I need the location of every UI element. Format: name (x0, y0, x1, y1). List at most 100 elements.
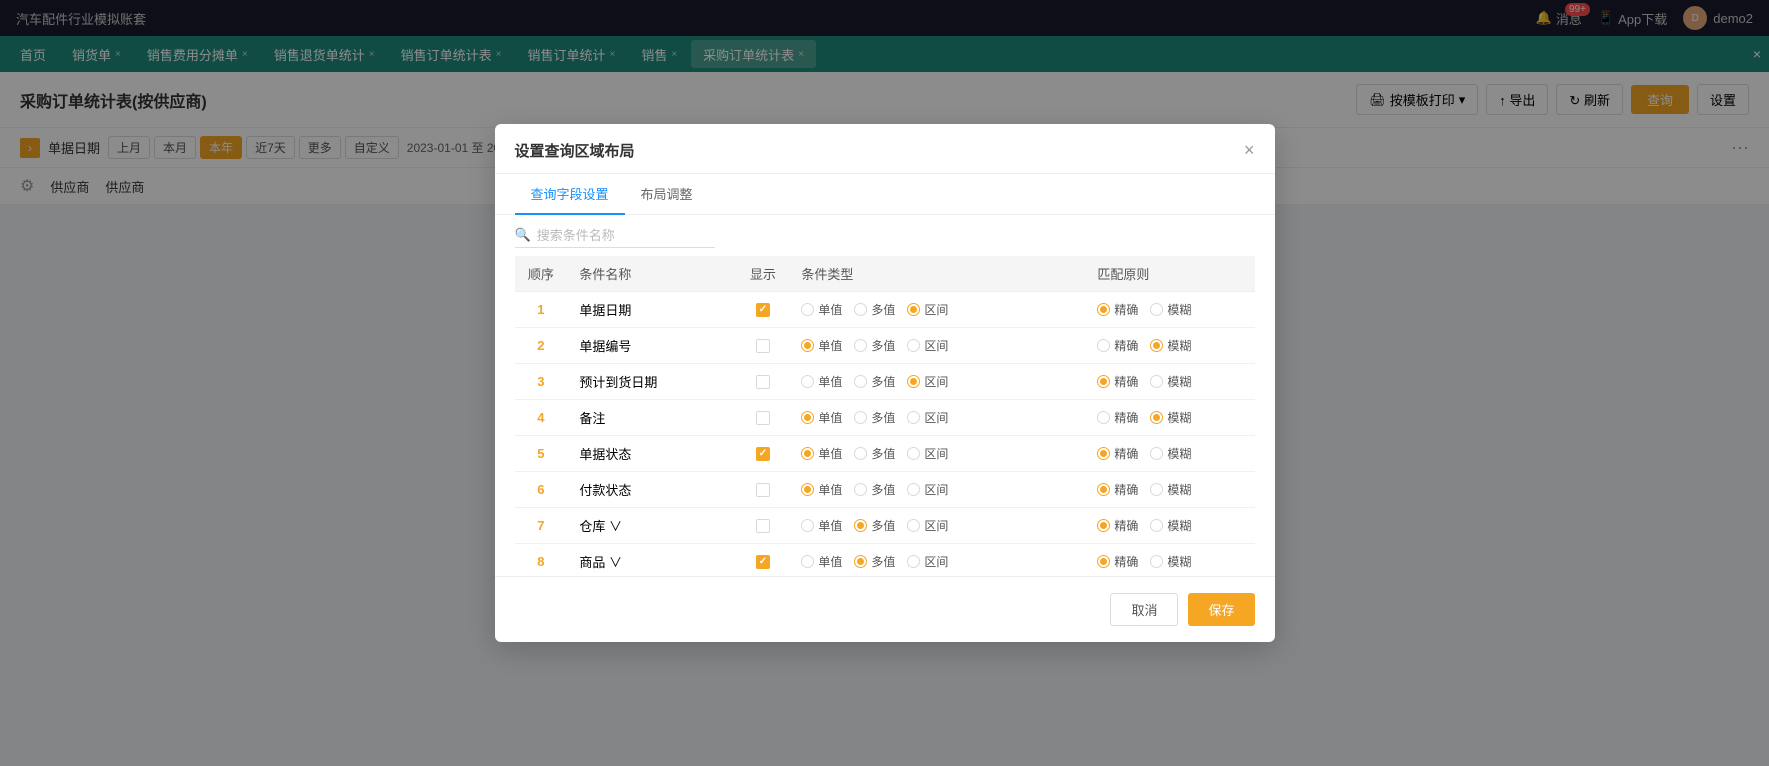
row-order: 8 (515, 544, 568, 577)
radio-circle (801, 483, 814, 496)
match-rule-option[interactable]: 精确 (1097, 553, 1138, 570)
radio-circle (1097, 339, 1110, 352)
row-cond-type-cell: 单值多值区间 (789, 544, 1085, 577)
match-rule-option[interactable]: 模糊 (1150, 517, 1191, 534)
radio-label: 精确 (1114, 373, 1138, 390)
radio-label: 多值 (871, 481, 895, 498)
cond-type-option[interactable]: 区间 (907, 553, 948, 570)
radio-label: 模糊 (1167, 373, 1191, 390)
row-cond-type-cell: 单值 多值区间 (789, 472, 1085, 508)
row-display-cell (736, 472, 789, 508)
radio-label: 模糊 (1167, 553, 1191, 570)
row-display-cell (736, 400, 789, 436)
radio-label: 模糊 (1167, 409, 1191, 426)
display-checkbox[interactable] (756, 483, 770, 497)
display-checkbox[interactable] (756, 339, 770, 353)
radio-circle (1097, 303, 1110, 316)
match-rule-option[interactable]: 模糊 (1150, 553, 1191, 570)
cond-type-option[interactable]: 多值 (854, 373, 895, 390)
match-rule-option[interactable]: 模糊 (1150, 409, 1191, 426)
radio-label: 精确 (1114, 409, 1138, 426)
radio-circle (1097, 555, 1110, 568)
config-table: 顺序 条件名称 显示 条件类型 匹配原则 1单据日期单值多值区间精确模糊2单据编… (495, 256, 1275, 576)
cond-type-option[interactable]: 区间 (907, 481, 948, 498)
row-display-cell (736, 544, 789, 577)
row-order: 4 (515, 400, 568, 436)
match-rule-option[interactable]: 精确 (1097, 301, 1138, 318)
radio-circle (801, 411, 814, 424)
table-row: 2单据编号单值多值区间精确模糊 (515, 328, 1255, 364)
row-name: 单据日期 (567, 292, 736, 328)
display-checkbox[interactable] (756, 375, 770, 389)
cond-type-option[interactable]: 单值 (801, 409, 842, 426)
modal-close-button[interactable]: × (1244, 140, 1255, 161)
radio-circle (801, 519, 814, 532)
cond-type-option[interactable]: 单值 (801, 553, 842, 570)
modal-title: 设置查询区域布局 (515, 140, 635, 161)
cond-type-option[interactable]: 多值 (854, 517, 895, 534)
cond-type-option[interactable]: 多值 (854, 337, 895, 354)
radio-label: 单值 (818, 445, 842, 462)
table-row: 4备注单值多值区间精确模糊 (515, 400, 1255, 436)
display-checkbox[interactable] (756, 303, 770, 317)
cond-type-option[interactable]: 单值 (801, 301, 842, 318)
display-checkbox[interactable] (756, 555, 770, 569)
row-match-rule-cell: 精确 模糊 (1085, 436, 1254, 472)
radio-label: 多值 (871, 337, 895, 354)
row-cond-type-cell: 单值多值区间 (789, 436, 1085, 472)
cond-type-option[interactable]: 区间 (907, 373, 948, 390)
cond-type-option[interactable]: 多值 (854, 445, 895, 462)
radio-circle (854, 411, 867, 424)
match-rule-option[interactable]: 精确 (1097, 373, 1138, 390)
cond-type-option[interactable]: 单值 (801, 373, 842, 390)
cond-type-option[interactable]: 区间 (907, 337, 948, 354)
match-rule-option[interactable]: 模糊 (1150, 301, 1191, 318)
radio-label: 单值 (818, 517, 842, 534)
radio-circle (1097, 483, 1110, 496)
radio-label: 模糊 (1167, 481, 1191, 498)
radio-label: 模糊 (1167, 445, 1191, 462)
match-rule-option[interactable]: 精确 (1097, 481, 1138, 498)
radio-label: 区间 (924, 409, 948, 426)
table-row: 3预计到货日期单值多值区间精确模糊 (515, 364, 1255, 400)
search-icon: 🔍 (515, 227, 531, 243)
display-checkbox[interactable] (756, 411, 770, 425)
match-rule-option[interactable]: 精确 (1097, 445, 1138, 462)
match-rule-option[interactable]: 精确 (1097, 517, 1138, 534)
display-checkbox[interactable] (756, 519, 770, 533)
match-rule-option[interactable]: 模糊 (1150, 481, 1191, 498)
row-cond-type-cell: 单值 多值区间 (789, 328, 1085, 364)
cond-type-option[interactable]: 单值 (801, 337, 842, 354)
cond-type-option[interactable]: 区间 (907, 445, 948, 462)
radio-label: 模糊 (1167, 301, 1191, 318)
match-rule-option[interactable]: 模糊 (1150, 445, 1191, 462)
radio-label: 多值 (871, 517, 895, 534)
cond-type-option[interactable]: 区间 (907, 301, 948, 318)
cond-type-option[interactable]: 单值 (801, 481, 842, 498)
radio-label: 精确 (1114, 445, 1138, 462)
row-cond-type-cell: 单值多值区间 (789, 364, 1085, 400)
cond-type-option[interactable]: 单值 (801, 517, 842, 534)
modal-dialog: 设置查询区域布局 × 查询字段设置 布局调整 🔍 顺序 (495, 124, 1275, 642)
cond-type-option[interactable]: 区间 (907, 409, 948, 426)
tab-query-fields[interactable]: 查询字段设置 (515, 174, 625, 215)
match-rule-option[interactable]: 模糊 (1150, 337, 1191, 354)
search-input[interactable] (537, 228, 697, 243)
match-rule-option[interactable]: 精确 (1097, 409, 1138, 426)
match-rule-option[interactable]: 模糊 (1150, 373, 1191, 390)
row-match-rule-cell: 精确模糊 (1085, 508, 1254, 544)
match-rule-option[interactable]: 精确 (1097, 337, 1138, 354)
cond-type-option[interactable]: 多值 (854, 409, 895, 426)
radio-circle (907, 411, 920, 424)
cancel-button[interactable]: 取消 (1110, 593, 1178, 626)
cond-type-option[interactable]: 单值 (801, 445, 842, 462)
cond-type-option[interactable]: 多值 (854, 301, 895, 318)
save-button[interactable]: 保存 (1188, 593, 1254, 626)
radio-circle (1097, 447, 1110, 460)
cond-type-option[interactable]: 多值 (854, 553, 895, 570)
radio-circle (1097, 519, 1110, 532)
display-checkbox[interactable] (756, 447, 770, 461)
cond-type-option[interactable]: 多值 (854, 481, 895, 498)
tab-layout-adjust[interactable]: 布局调整 (625, 174, 709, 215)
cond-type-option[interactable]: 区间 (907, 517, 948, 534)
